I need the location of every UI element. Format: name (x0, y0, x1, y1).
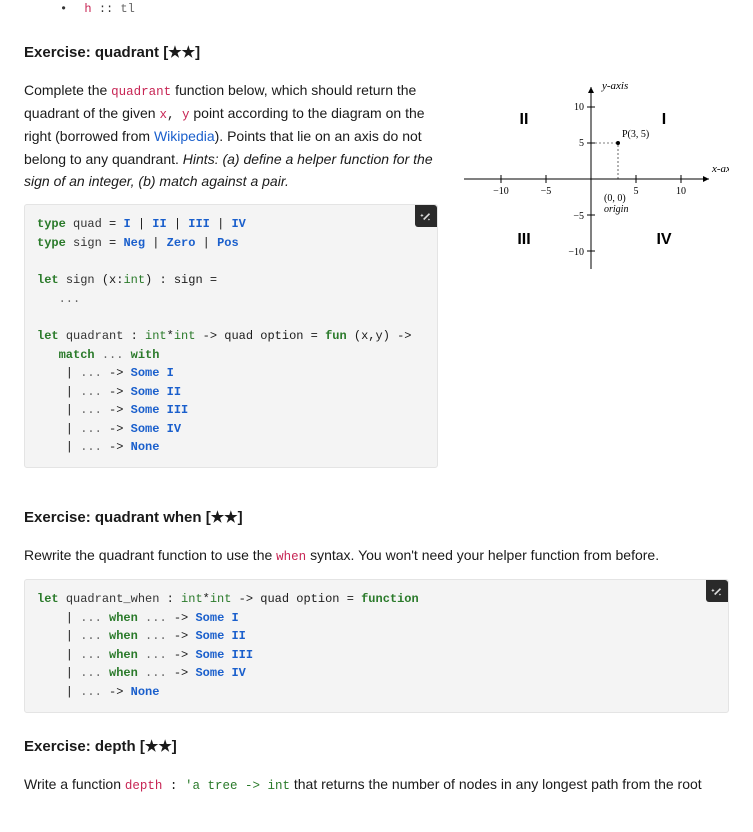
svg-text:(0, 0): (0, 0) (604, 193, 626, 204)
exercise-quadrant-when-title: Exercise: quadrant when [★★] (24, 506, 729, 530)
svg-text:x-axis: x-axis (711, 163, 729, 175)
quadrant-diagram: −10 −5 5 10 10 5 −5 −10 y-axis x-axis (0… (454, 79, 729, 279)
svg-text:y-axis: y-axis (601, 80, 628, 92)
exercise-depth-title: Exercise: depth [★★] (24, 735, 729, 759)
fn-name-depth: depth (125, 779, 163, 793)
exercise-quadrant-title: Exercise: quadrant [★★] (24, 41, 729, 65)
exercise-quadrant-prompt: Complete the quadrant function below, wh… (24, 79, 438, 192)
code-block-quadrant-when: let quadrant_when : int*int -> quad opti… (24, 579, 729, 713)
svg-text:III: III (517, 231, 530, 248)
fn-type-depth: 'a tree -> int (185, 779, 290, 793)
exercise-depth-prompt: Write a function depth : 'a tree -> int … (24, 773, 729, 796)
svg-text:origin: origin (604, 204, 628, 215)
wikipedia-link[interactable]: Wikipedia (154, 128, 215, 144)
svg-text:IV: IV (656, 231, 671, 248)
svg-text:5: 5 (579, 138, 584, 149)
svg-text:10: 10 (574, 102, 584, 113)
svg-text:5: 5 (634, 186, 639, 197)
svg-text:−5: −5 (541, 186, 552, 197)
param-x: x (159, 108, 167, 122)
code-block-quadrant: type quad = I | II | III | IV type sign … (24, 204, 438, 468)
when-keyword: when (276, 550, 306, 564)
run-button[interactable] (706, 580, 728, 602)
exercise-quadrant-when-prompt: Rewrite the quadrant function to use the… (24, 544, 729, 567)
code-token-id: tl (120, 2, 134, 16)
svg-text:P(3, 5): P(3, 5) (622, 129, 649, 140)
fn-name: quadrant (111, 85, 171, 99)
wand-icon (419, 209, 433, 223)
svg-text:I: I (662, 111, 666, 128)
code-token-var: h (84, 2, 91, 16)
code-token-punct: :: (99, 2, 113, 16)
svg-text:II: II (520, 111, 529, 128)
svg-text:−10: −10 (493, 186, 509, 197)
svg-text:−5: −5 (573, 211, 584, 222)
wand-icon (710, 584, 724, 598)
svg-text:−10: −10 (568, 247, 584, 258)
run-button[interactable] (415, 205, 437, 227)
list-item: h :: tl (60, 0, 729, 19)
svg-text:10: 10 (676, 186, 686, 197)
